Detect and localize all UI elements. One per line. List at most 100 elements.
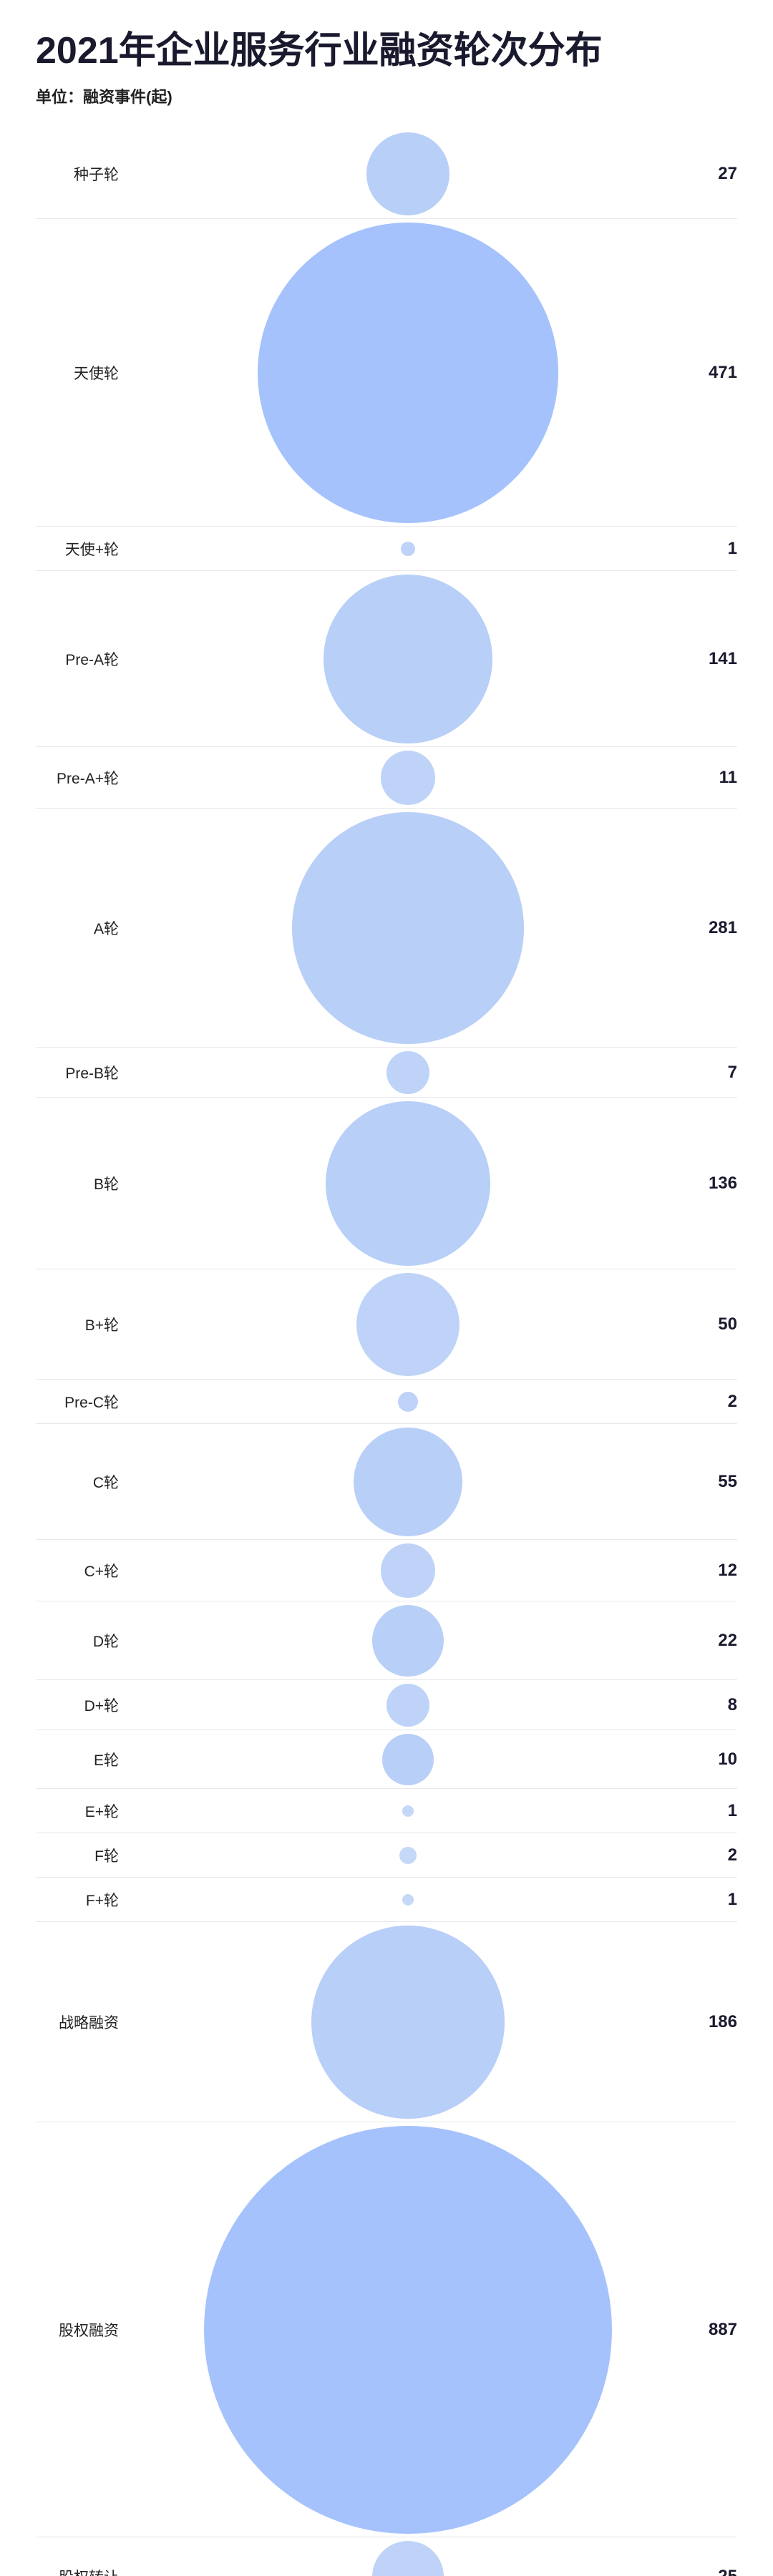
row-value: 12 — [680, 1561, 737, 1581]
bubble — [381, 1543, 435, 1598]
main-title: 2021年企业服务行业融资轮次分布 — [36, 29, 737, 73]
row-value: 887 — [680, 2320, 737, 2340]
table-row: 天使轮 471 — [36, 219, 737, 527]
row-value: 10 — [680, 1750, 737, 1770]
row-label: B轮 — [36, 1173, 136, 1194]
bubble-cell — [136, 527, 680, 571]
bubble-cell — [136, 129, 680, 219]
table-row: 股权融资 887 — [36, 2122, 737, 2537]
bubble — [292, 812, 524, 1044]
bubble-cell — [136, 1680, 680, 1730]
bubble-cell — [136, 1878, 680, 1922]
row-value: 50 — [680, 1314, 737, 1335]
row-label: Pre-B轮 — [36, 1062, 136, 1083]
row-value: 7 — [680, 1063, 737, 1083]
bubble — [354, 1428, 462, 1536]
row-value: 55 — [680, 1472, 737, 1492]
table-row: B轮 136 — [36, 1098, 737, 1269]
table-row: A轮281 — [36, 809, 737, 1048]
row-label: 天使+轮 — [36, 538, 136, 560]
row-label: D轮 — [36, 1630, 136, 1652]
row-value: 11 — [680, 768, 737, 788]
row-label: 战略融资 — [36, 2011, 136, 2033]
row-label: D+轮 — [36, 1694, 136, 1716]
bubble-cell — [136, 1789, 680, 1833]
unit-label: 单位： — [36, 88, 83, 106]
bubble-cell — [136, 1833, 680, 1878]
row-label: 天使轮 — [36, 362, 136, 384]
row-label: E+轮 — [36, 1800, 136, 1822]
bubble-cell — [136, 2537, 680, 2576]
table-row: Pre-A+轮 11 — [36, 747, 737, 809]
bubble — [382, 1734, 434, 1785]
row-value: 186 — [680, 2012, 737, 2032]
bubble-cell — [136, 747, 680, 809]
bubble-cell — [136, 2122, 680, 2537]
row-label: A轮 — [36, 917, 136, 939]
bubble-cell — [136, 1424, 680, 1540]
bubble — [372, 1605, 444, 1677]
bubble-cell — [136, 1601, 680, 1680]
row-value: 1 — [680, 1801, 737, 1821]
row-label: F轮 — [36, 1845, 136, 1866]
bubble — [401, 542, 415, 556]
table-row: 种子轮27 — [36, 129, 737, 219]
chart-area: 种子轮27天使轮471天使+轮1Pre-A轮141Pre-A+轮11A轮281P… — [36, 129, 737, 2576]
table-row: D+轮 8 — [36, 1680, 737, 1730]
row-value: 22 — [680, 1631, 737, 1651]
bubble — [381, 751, 435, 805]
bubble-cell — [136, 1098, 680, 1269]
row-label: Pre-C轮 — [36, 1391, 136, 1413]
bubble — [366, 132, 449, 215]
bubble-cell — [136, 571, 680, 747]
row-label: C轮 — [36, 1471, 136, 1493]
table-row: 战略融资 186 — [36, 1922, 737, 2122]
bubble — [399, 1847, 417, 1864]
subtitle: 单位：融资事件(起) — [36, 84, 737, 107]
bubble — [311, 1926, 505, 2119]
row-label: F+轮 — [36, 1889, 136, 1911]
bubble — [258, 223, 558, 523]
bubble — [398, 1392, 418, 1412]
table-row: E轮 10 — [36, 1730, 737, 1789]
row-label: Pre-A+轮 — [36, 767, 136, 789]
table-row: 天使+轮 1 — [36, 527, 737, 571]
row-value: 2 — [680, 1392, 737, 1412]
row-value: 2 — [680, 1845, 737, 1865]
row-label: B+轮 — [36, 1314, 136, 1335]
row-label: 股权转让 — [36, 2566, 136, 2576]
row-value: 1 — [680, 1890, 737, 1910]
row-value: 1 — [680, 539, 737, 559]
bubble-cell — [136, 1380, 680, 1424]
row-value: 25 — [680, 2567, 737, 2576]
bubble — [386, 1051, 429, 1094]
row-value: 141 — [680, 649, 737, 669]
bubble-cell — [136, 219, 680, 527]
bubble-cell — [136, 1048, 680, 1098]
row-label: 股权融资 — [36, 2319, 136, 2341]
bubble-cell — [136, 809, 680, 1048]
table-row: Pre-C轮 2 — [36, 1380, 737, 1424]
unit-value: 融资事件(起) — [83, 88, 172, 106]
row-value: 471 — [680, 363, 737, 383]
bubble — [324, 575, 492, 743]
bubble-cell — [136, 1269, 680, 1380]
table-row: Pre-B轮 7 — [36, 1048, 737, 1098]
bubble-cell — [136, 1730, 680, 1789]
table-row: F轮 2 — [36, 1833, 737, 1878]
row-value: 8 — [680, 1695, 737, 1715]
page-container: 2021年企业服务行业融资轮次分布 单位：融资事件(起) 种子轮27天使轮471… — [0, 0, 773, 2576]
row-label: Pre-A轮 — [36, 648, 136, 670]
table-row: 股权转让 25 — [36, 2537, 737, 2576]
row-label: 种子轮 — [36, 163, 136, 185]
row-value: 136 — [680, 1174, 737, 1194]
bubble — [372, 2541, 444, 2576]
table-row: D轮 22 — [36, 1601, 737, 1680]
table-row: C+轮 12 — [36, 1540, 737, 1601]
row-label: C+轮 — [36, 1560, 136, 1581]
row-label: E轮 — [36, 1749, 136, 1770]
bubble — [402, 1805, 414, 1817]
table-row: F+轮 1 — [36, 1878, 737, 1922]
bubble — [402, 1894, 414, 1906]
table-row: E+轮 1 — [36, 1789, 737, 1833]
